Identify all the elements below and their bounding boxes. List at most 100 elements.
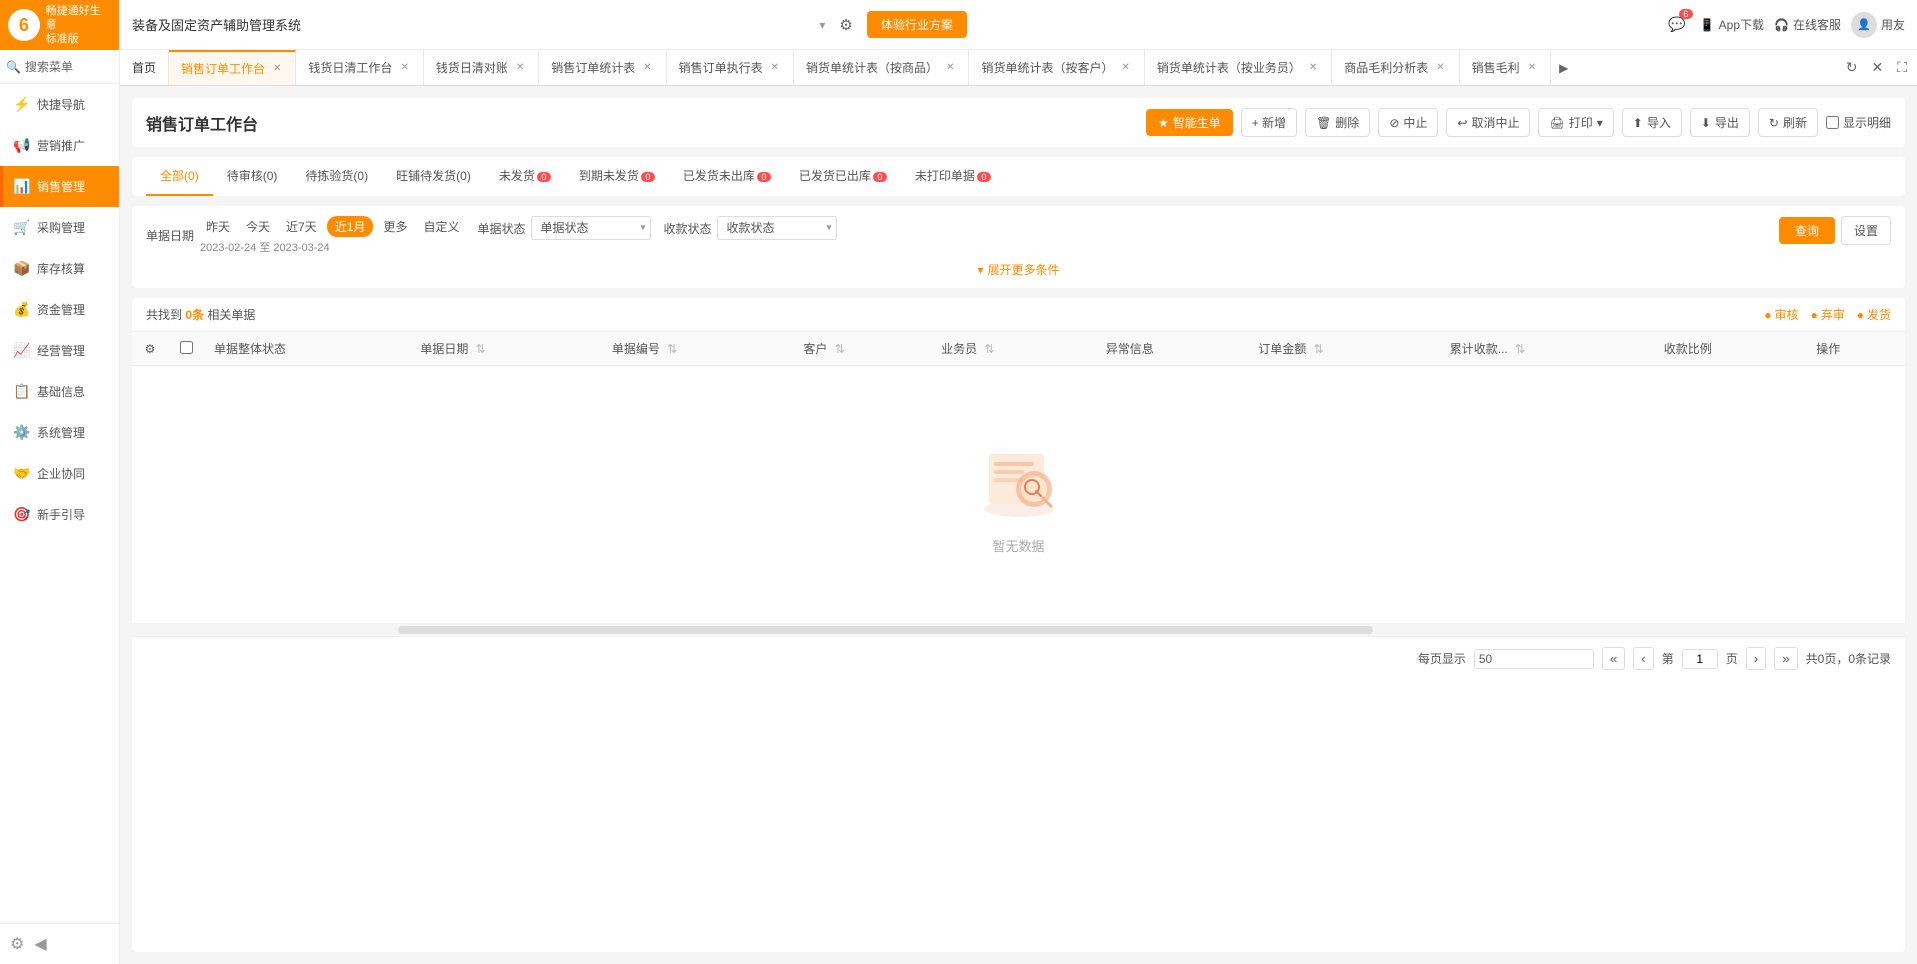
sub-tab-wangpu[interactable]: 旺铺待发货(0) [382, 157, 485, 196]
date-filter: 单据日期 昨天 今天 近7天 近1月 更多 自定义 2023-02-24 至 2… [146, 216, 465, 255]
user-menu-btn[interactable]: 👤 用友 [1851, 12, 1905, 38]
per-page-select[interactable]: 50 10 20 100 [1474, 649, 1594, 669]
industry-solution-btn[interactable]: 体验行业方案 [867, 11, 967, 38]
sidebar-item-sales[interactable]: 📊 销售管理 [0, 166, 119, 207]
tab-close-cash-reconcile[interactable]: ✕ [514, 60, 526, 75]
tab-refresh-btn[interactable]: ↻ [1840, 55, 1864, 80]
col-amount[interactable]: 订单金额 ⇅ [1248, 332, 1440, 366]
sub-tab-shipped-not-out[interactable]: 已发货未出库0 [669, 157, 785, 196]
next-page-btn[interactable]: › [1746, 647, 1766, 670]
tab-home[interactable]: 首页 [120, 50, 169, 86]
tab-sales-stats[interactable]: 销售订单统计表 ✕ [539, 50, 666, 86]
tab-close-sales-summary-product[interactable]: ✕ [944, 60, 956, 75]
sidebar-item-guide[interactable]: 🎯 新手引导 [0, 494, 119, 535]
tab-more-btn[interactable]: ▶ [1551, 61, 1576, 75]
sidebar-item-search[interactable]: 🔍 搜索菜单 [0, 50, 119, 84]
tab-close-sales-summary-staff[interactable]: ✕ [1307, 60, 1319, 75]
first-page-btn[interactable]: « [1602, 647, 1625, 670]
horizontal-scrollbar[interactable] [132, 624, 1905, 636]
tab-sales-summary-product[interactable]: 销货单统计表（按商品） ✕ [794, 50, 969, 86]
tab-close-all-btn[interactable]: ✕ [1865, 55, 1889, 80]
col-number[interactable]: 单据编号 ⇅ [602, 332, 794, 366]
sidebar-item-operations[interactable]: 📈 经营管理 [0, 330, 119, 371]
ship-btn[interactable]: ● 发货 [1857, 306, 1891, 323]
settings-btn[interactable]: ⚙ [835, 16, 856, 34]
shortcut-7days[interactable]: 近7天 [280, 216, 323, 237]
tab-fullscreen-btn[interactable]: ⛶ [1891, 55, 1913, 80]
show-details-toggle[interactable]: 显示明细 [1826, 114, 1891, 131]
col-settings[interactable]: ⚙ [132, 332, 168, 366]
export-btn[interactable]: ⬇ 导出 [1690, 108, 1750, 137]
sub-tab-unshipped[interactable]: 未发货0 [485, 157, 565, 196]
tab-sales-total[interactable]: 销售毛利 ✕ [1460, 50, 1551, 86]
tab-close-cash-daily[interactable]: ✕ [398, 60, 410, 75]
sidebar-item-system[interactable]: ⚙️ 系统管理 [0, 412, 119, 453]
column-settings-icon[interactable]: ⚙ [145, 342, 156, 356]
smart-create-btn[interactable]: ★ 智能生单 [1146, 109, 1233, 136]
collapse-icon[interactable]: ◀ [34, 934, 46, 954]
status-select[interactable]: 单据状态 [531, 216, 651, 240]
sub-tab-unprinted[interactable]: 未打印单据0 [901, 157, 1005, 196]
expand-more-btn[interactable]: ▾ 展开更多条件 [146, 261, 1891, 278]
cancel-stop-btn[interactable]: ↩ 取消中止 [1446, 108, 1530, 137]
app-download-btn[interactable]: 📱 App下载 [1700, 16, 1764, 33]
audit-btn[interactable]: ● 审核 [1764, 306, 1798, 323]
filter-row: 单据日期 昨天 今天 近7天 近1月 更多 自定义 2023-02-24 至 2… [146, 216, 1891, 255]
tab-gross-profit[interactable]: 商品毛利分析表 ✕ [1332, 50, 1459, 86]
sidebar-item-basic[interactable]: 📋 基础信息 [0, 371, 119, 412]
shortcut-yesterday[interactable]: 昨天 [200, 216, 236, 237]
prev-page-btn[interactable]: ‹ [1633, 647, 1653, 670]
tab-sales-summary-client[interactable]: 销货单统计表（按客户） ✕ [969, 50, 1144, 86]
tab-close-sales-exec[interactable]: ✕ [769, 60, 781, 75]
show-details-checkbox[interactable] [1826, 116, 1839, 129]
tab-close-sales-workbench[interactable]: ✕ [271, 61, 283, 76]
shortcut-more[interactable]: 更多 [377, 216, 413, 237]
online-service-btn[interactable]: 🎧 在线客服 [1774, 16, 1841, 33]
col-date[interactable]: 单据日期 ⇅ [410, 332, 602, 366]
tab-close-gross-profit[interactable]: ✕ [1434, 60, 1446, 75]
message-btn[interactable]: 💬 6 [1664, 12, 1689, 37]
tab-sales-summary-staff[interactable]: 销货单统计表（按业务员） ✕ [1145, 50, 1332, 86]
tab-close-sales-stats[interactable]: ✕ [641, 60, 653, 75]
sidebar-item-marketing[interactable]: 📢 营销推广 [0, 125, 119, 166]
tab-cash-daily[interactable]: 钱货日清工作台 ✕ [296, 50, 423, 86]
cancel-stop-icon: ↩ [1457, 116, 1467, 130]
sidebar-item-quick-nav[interactable]: ⚡ 快捷导航 [0, 84, 119, 125]
col-staff[interactable]: 业务员 ⇅ [931, 332, 1096, 366]
sub-tab-overdue-unshipped[interactable]: 到期未发货0 [565, 157, 669, 196]
tab-sales-exec[interactable]: 销售订单执行表 ✕ [667, 50, 794, 86]
stop-btn[interactable]: ⊘ 中止 [1378, 108, 1438, 137]
settings-icon[interactable]: ⚙ [10, 934, 24, 954]
shortcut-custom[interactable]: 自定义 [417, 216, 465, 237]
sub-tab-pending-review[interactable]: 待审核(0) [213, 157, 292, 196]
system-dropdown-icon[interactable]: ▾ [819, 18, 825, 32]
shortcut-1month[interactable]: 近1月 [327, 216, 374, 237]
add-btn[interactable]: + 新增 [1241, 108, 1297, 137]
tab-close-sales-summary-client[interactable]: ✕ [1119, 60, 1131, 75]
sidebar-item-enterprise[interactable]: 🤝 企业协同 [0, 453, 119, 494]
sidebar-item-finance[interactable]: 💰 资金管理 [0, 289, 119, 330]
tab-cash-reconcile[interactable]: 钱货日清对账 ✕ [424, 50, 539, 86]
shortcut-today[interactable]: 今天 [240, 216, 276, 237]
print-btn[interactable]: 🖨 打印 ▾ [1538, 108, 1613, 137]
revoke-btn[interactable]: ● 弃审 [1810, 306, 1844, 323]
sidebar-item-purchase[interactable]: 🛒 采购管理 [0, 207, 119, 248]
sub-tab-pending-inspect[interactable]: 待拣验货(0) [291, 157, 382, 196]
col-checkbox[interactable] [168, 332, 204, 366]
tab-sales-workbench[interactable]: 销售订单工作台 ✕ [169, 50, 296, 86]
sub-tab-shipped-out[interactable]: 已发货已出库0 [785, 157, 901, 196]
query-btn[interactable]: 查询 [1779, 217, 1835, 244]
delete-btn[interactable]: 🗑 删除 [1305, 108, 1370, 137]
col-received[interactable]: 累计收款... ⇅ [1440, 332, 1654, 366]
select-all-checkbox[interactable] [180, 341, 193, 354]
sidebar-item-inventory[interactable]: 📦 库存核算 [0, 248, 119, 289]
payment-select[interactable]: 收款状态 [717, 216, 837, 240]
page-input[interactable] [1682, 649, 1718, 669]
refresh-btn[interactable]: ↻ 刷新 [1758, 108, 1818, 137]
last-page-btn[interactable]: » [1774, 647, 1797, 670]
tab-close-sales-total[interactable]: ✕ [1526, 60, 1538, 75]
import-btn[interactable]: ⬆ 导入 [1622, 108, 1682, 137]
sub-tab-all[interactable]: 全部(0) [146, 157, 213, 196]
col-customer[interactable]: 客户 ⇅ [793, 332, 931, 366]
set-btn[interactable]: 设置 [1841, 216, 1891, 245]
